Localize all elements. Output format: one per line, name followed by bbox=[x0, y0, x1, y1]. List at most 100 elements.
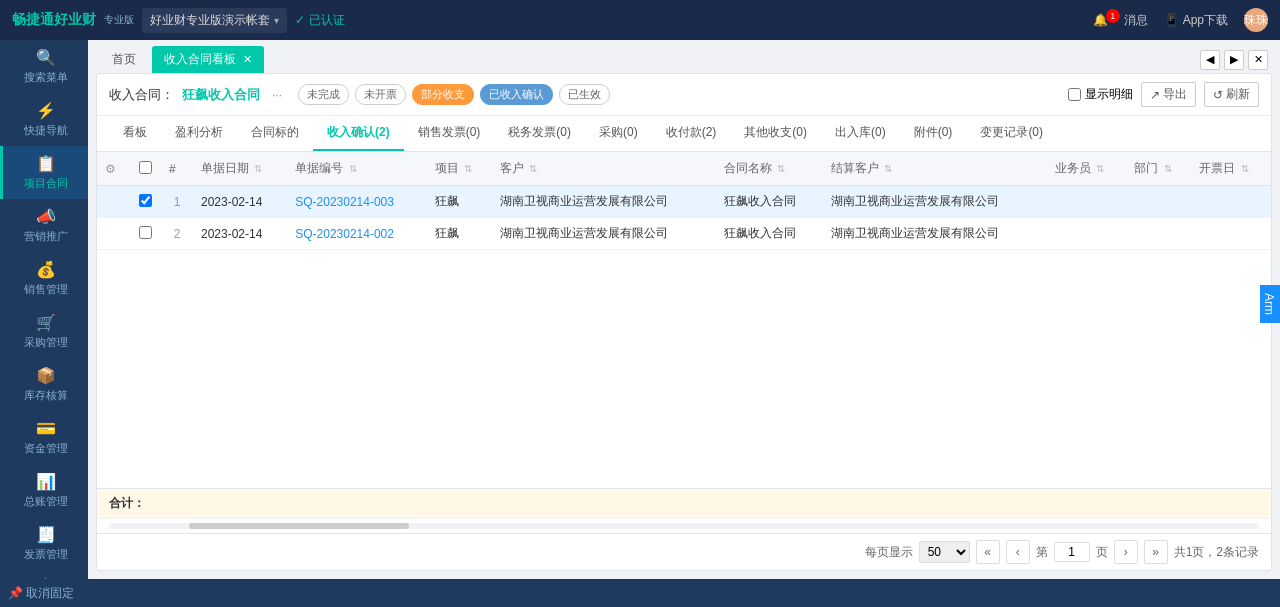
sidebar-item-marketing[interactable]: 📣 营销推广 bbox=[0, 199, 88, 252]
first-page-btn[interactable]: « bbox=[976, 540, 1000, 564]
refresh-btn[interactable]: ↺ 刷新 bbox=[1204, 82, 1259, 107]
page-unit: 页 bbox=[1096, 544, 1108, 561]
th-result-customer: 结算客户 ⇅ bbox=[823, 152, 1047, 186]
sidebar-item-general[interactable]: 📊 总账管理 bbox=[0, 464, 88, 517]
purchase-icon: 🛒 bbox=[36, 313, 56, 332]
sort-dept-icon[interactable]: ⇅ bbox=[1164, 163, 1172, 174]
tab-controls: ◀ ▶ ✕ bbox=[1200, 50, 1268, 70]
sort-result-icon[interactable]: ⇅ bbox=[884, 163, 892, 174]
sort-date-icon[interactable]: ⇅ bbox=[254, 163, 262, 174]
company-selector[interactable]: 好业财专业版演示帐套 ▾ bbox=[142, 8, 287, 33]
tab-contract-board[interactable]: 收入合同看板 ✕ bbox=[152, 46, 264, 73]
tab-home[interactable]: 首页 bbox=[100, 46, 148, 73]
tab-payment[interactable]: 收付款(2) bbox=[652, 116, 731, 151]
status-badge-incomplete[interactable]: 未完成 bbox=[298, 84, 349, 105]
cell-project: 狂飙 bbox=[427, 186, 492, 218]
status-badge-effective[interactable]: 已生效 bbox=[559, 84, 610, 105]
user-menu[interactable]: 珠珠 bbox=[1244, 8, 1268, 32]
sidebar-item-funds[interactable]: 💳 资金管理 bbox=[0, 411, 88, 464]
tab-attachment[interactable]: 附件(0) bbox=[900, 116, 967, 151]
scroll-thumb[interactable] bbox=[189, 523, 409, 529]
sidebar-item-project[interactable]: 📋 项目合同 bbox=[0, 146, 88, 199]
sidebar-item-invoice[interactable]: 🧾 发票管理 bbox=[0, 517, 88, 570]
tab-change-log[interactable]: 变更记录(0) bbox=[966, 116, 1057, 151]
bottom-cancel-pin-label: 取消固定 bbox=[26, 585, 74, 602]
per-page-select[interactable]: 50 20 100 bbox=[919, 541, 970, 563]
tab-bar: 首页 收入合同看板 ✕ ◀ ▶ ✕ bbox=[88, 40, 1280, 73]
select-all-checkbox[interactable] bbox=[139, 161, 152, 174]
sort-docno-icon[interactable]: ⇅ bbox=[349, 163, 357, 174]
tab-contract-label: 收入合同看板 bbox=[164, 52, 236, 66]
app-download-btn[interactable]: 📱 App下载 bbox=[1164, 12, 1228, 29]
notification-badge: 1 bbox=[1106, 9, 1120, 23]
doc-no-link[interactable]: SQ-20230214-003 bbox=[295, 195, 394, 209]
page-content: 收入合同： 狂飙收入合同 ··· 未完成 未开票 部分收支 已收入确认 已生效 … bbox=[96, 73, 1272, 571]
status-badges: 未完成 未开票 部分收支 已收入确认 已生效 bbox=[298, 84, 610, 105]
cell-doc-no[interactable]: SQ-20230214-002 bbox=[287, 218, 427, 250]
sales-icon: 💰 bbox=[36, 260, 56, 279]
marketing-icon: 📣 bbox=[36, 207, 56, 226]
table-footer: 合计： bbox=[97, 488, 1271, 518]
tab-revenue-confirm[interactable]: 收入确认(2) bbox=[313, 116, 404, 151]
page-actions: 显示明细 ↗ 导出 ↺ 刷新 bbox=[1068, 82, 1259, 107]
status-badge-partial[interactable]: 部分收支 bbox=[412, 84, 474, 105]
show-detail-input[interactable] bbox=[1068, 88, 1081, 101]
tab-tax-invoice[interactable]: 税务发票(0) bbox=[494, 116, 585, 151]
sort-customer-icon[interactable]: ⇅ bbox=[529, 163, 537, 174]
table-row[interactable]: 1 2023-02-14 SQ-20230214-003 狂飙 湖南卫视商业运营… bbox=[97, 186, 1271, 218]
prev-page-btn[interactable]: ‹ bbox=[1006, 540, 1030, 564]
right-float-label: Arm bbox=[1262, 293, 1276, 315]
more-btn[interactable]: ··· bbox=[272, 88, 282, 102]
total-label: 合计： bbox=[109, 495, 145, 512]
tab-prev-btn[interactable]: ◀ bbox=[1200, 50, 1220, 70]
sort-opendate-icon[interactable]: ⇅ bbox=[1241, 163, 1249, 174]
row-checkbox[interactable] bbox=[139, 226, 152, 239]
settings-icon[interactable]: ⚙ bbox=[105, 162, 116, 176]
last-page-btn[interactable]: » bbox=[1144, 540, 1168, 564]
status-badge-uninvoiced[interactable]: 未开票 bbox=[355, 84, 406, 105]
cell-customer: 湖南卫视商业运营发展有限公司 bbox=[492, 186, 716, 218]
sidebar-item-search[interactable]: 🔍 搜索菜单 bbox=[0, 40, 88, 93]
bottom-cancel-pin[interactable]: 📌 取消固定 bbox=[8, 585, 74, 602]
show-detail-label: 显示明细 bbox=[1085, 86, 1133, 103]
sidebar-item-sales[interactable]: 💰 销售管理 bbox=[0, 252, 88, 305]
inventory-icon: 📦 bbox=[36, 366, 56, 385]
tab-subject[interactable]: 合同标的 bbox=[237, 116, 313, 151]
status-badge-confirmed[interactable]: 已收入确认 bbox=[480, 84, 553, 105]
sort-salesperson-icon[interactable]: ⇅ bbox=[1096, 163, 1104, 174]
cell-checkbox[interactable] bbox=[129, 186, 161, 218]
sort-contract-icon[interactable]: ⇅ bbox=[777, 163, 785, 174]
tab-purchase[interactable]: 采购(0) bbox=[585, 116, 652, 151]
tab-warehouse[interactable]: 出入库(0) bbox=[821, 116, 900, 151]
sort-project-icon[interactable]: ⇅ bbox=[464, 163, 472, 174]
tab-board[interactable]: 看板 bbox=[109, 116, 161, 151]
tab-other[interactable]: 其他收支(0) bbox=[730, 116, 821, 151]
notifications-btn[interactable]: 🔔 1 消息 bbox=[1093, 12, 1148, 29]
sidebar-item-inventory[interactable]: 📦 库存核算 bbox=[0, 358, 88, 411]
page-input[interactable] bbox=[1054, 542, 1090, 562]
cell-department bbox=[1126, 186, 1191, 218]
cell-contract: 狂飙收入合同 bbox=[716, 218, 823, 250]
sidebar-item-nav[interactable]: ⚡ 快捷导航 bbox=[0, 93, 88, 146]
sidebar-label-purchase: 采购管理 bbox=[24, 335, 68, 350]
close-icon[interactable]: ✕ bbox=[243, 53, 252, 65]
right-float-btn[interactable]: Arm bbox=[1260, 285, 1280, 323]
sidebar-item-purchase[interactable]: 🛒 采购管理 bbox=[0, 305, 88, 358]
tab-next-btn[interactable]: ▶ bbox=[1224, 50, 1244, 70]
page-header: 收入合同： 狂飙收入合同 ··· 未完成 未开票 部分收支 已收入确认 已生效 … bbox=[97, 74, 1271, 116]
cell-checkbox[interactable] bbox=[129, 218, 161, 250]
cell-contract: 狂飙收入合同 bbox=[716, 186, 823, 218]
tab-close-btn[interactable]: ✕ bbox=[1248, 50, 1268, 70]
tab-profit[interactable]: 盈利分析 bbox=[161, 116, 237, 151]
sidebar-label-marketing: 营销推广 bbox=[24, 229, 68, 244]
doc-no-link[interactable]: SQ-20230214-002 bbox=[295, 227, 394, 241]
show-detail-checkbox[interactable]: 显示明细 bbox=[1068, 86, 1133, 103]
next-page-btn[interactable]: › bbox=[1114, 540, 1138, 564]
cell-doc-no[interactable]: SQ-20230214-003 bbox=[287, 186, 427, 218]
table-row[interactable]: 2 2023-02-14 SQ-20230214-002 狂飙 湖南卫视商业运营… bbox=[97, 218, 1271, 250]
export-btn[interactable]: ↗ 导出 bbox=[1141, 82, 1196, 107]
sidebar-item-tax[interactable]: 🏛 税务管理 bbox=[0, 570, 88, 579]
tab-sales-invoice[interactable]: 销售发票(0) bbox=[404, 116, 495, 151]
table-area: ⚙ # 单据日期 ⇅ 单据编号 bbox=[97, 152, 1271, 488]
row-checkbox[interactable] bbox=[139, 194, 152, 207]
